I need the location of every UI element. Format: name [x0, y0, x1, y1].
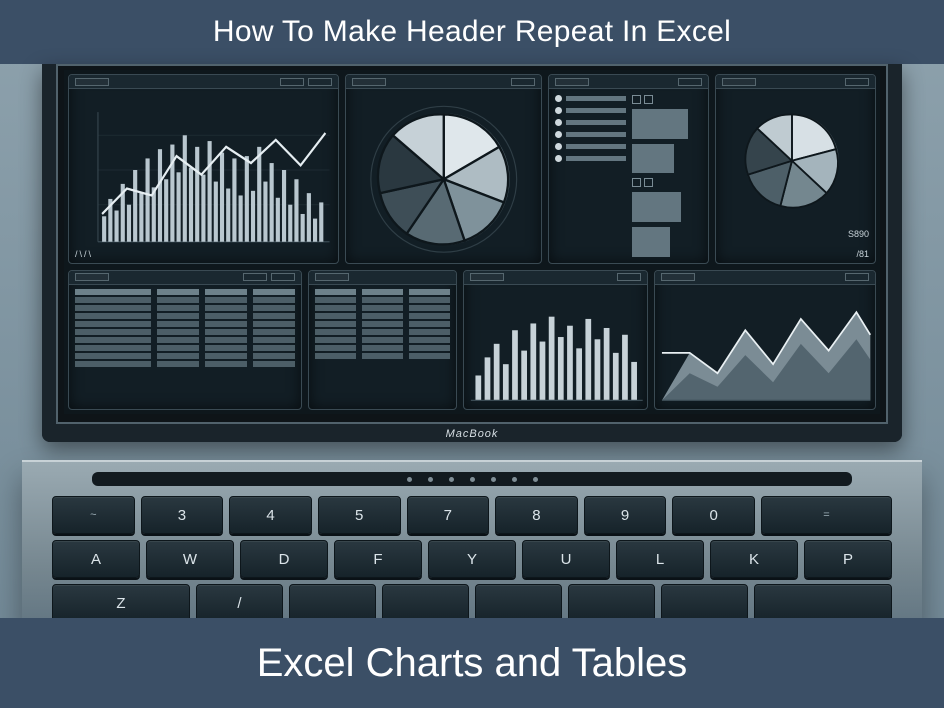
barline-chart-svg [69, 89, 338, 263]
key: 4 [229, 496, 312, 534]
area-chart-svg [655, 285, 875, 409]
bar-chart-svg [464, 285, 647, 409]
key [568, 584, 655, 622]
value-label-2: /81 [856, 249, 869, 259]
key: U [522, 540, 610, 578]
title-text-top: How To Make Header Repeat In Excel [213, 15, 731, 49]
key: P [804, 540, 892, 578]
key: F [334, 540, 422, 578]
key: K [710, 540, 798, 578]
panel-tab-icon [470, 273, 504, 281]
laptop-brand-label: MacBook [446, 428, 499, 440]
panel-pie-chart-2: S890 /81 [715, 74, 876, 264]
header-chip-icon [243, 273, 267, 281]
header-chip-icon [845, 78, 869, 86]
panel-header [549, 75, 708, 89]
key: / [196, 584, 283, 622]
panel-barline-chart: /\/\ [68, 74, 339, 264]
radio-icon [555, 143, 562, 150]
data-grid [69, 285, 301, 409]
dashboard-screen: /\/\ [64, 70, 880, 414]
header-chip-icon [845, 273, 869, 281]
checkbox-icon [644, 178, 653, 187]
laptop-keyboard-deck: ~ 3 4 5 7 8 9 0 = A W D F [22, 460, 922, 636]
key: 8 [495, 496, 578, 534]
header-chip-icon [511, 78, 535, 86]
key: Z [52, 584, 190, 622]
radio-icon [555, 95, 562, 102]
panel-data-table [68, 270, 302, 410]
title-bar-top: How To Make Header Repeat In Excel [0, 0, 944, 64]
panel-header [655, 271, 875, 285]
checkbox-icon [644, 95, 653, 104]
value-label: S890 [848, 229, 869, 239]
laptop-screen-bezel: MacBook [42, 64, 902, 442]
radio-icon [555, 107, 562, 114]
panel-header [464, 271, 647, 285]
title-bar-bottom: Excel Charts and Tables [0, 618, 944, 708]
dashboard-row-bottom [68, 270, 876, 410]
header-chip-icon [280, 78, 304, 86]
panel-tab-icon [661, 273, 695, 281]
panel-tab-icon [722, 78, 756, 86]
radio-icon [555, 119, 562, 126]
page-root: How To Make Header Repeat In Excel MacBo… [0, 0, 944, 708]
title-text-bottom: Excel Charts and Tables [257, 641, 688, 686]
key-row: ~ 3 4 5 7 8 9 0 = [52, 496, 892, 534]
key: Y [428, 540, 516, 578]
radio-icon [555, 155, 562, 162]
checkbox-icon [632, 95, 641, 104]
key [661, 584, 748, 622]
key: 3 [141, 496, 224, 534]
panel-tab-icon [555, 78, 589, 86]
key: L [616, 540, 704, 578]
panel-tab-icon [75, 78, 109, 86]
panel-header [69, 271, 301, 285]
keyboard: ~ 3 4 5 7 8 9 0 = A W D F [52, 496, 892, 622]
panel-header [716, 75, 875, 89]
key: 0 [672, 496, 755, 534]
options-grid [549, 89, 708, 263]
key: D [240, 540, 328, 578]
pie-chart-svg [346, 89, 542, 263]
panel-header [309, 271, 456, 285]
key-row: Z / [52, 584, 892, 622]
key [289, 584, 376, 622]
panel-tab-icon [352, 78, 386, 86]
radio-icon [555, 131, 562, 138]
key-row: A W D F Y U L K P [52, 540, 892, 578]
illustration-stage: MacBook [0, 64, 944, 618]
laptop: MacBook [22, 64, 922, 614]
key [754, 584, 892, 622]
panel-bar-chart [463, 270, 648, 410]
dashboard-row-top: /\/\ [68, 74, 876, 264]
panel-tab-icon [75, 273, 109, 281]
key: ~ [52, 496, 135, 534]
key: 9 [584, 496, 667, 534]
panel-options [548, 74, 709, 264]
header-chip-icon [308, 78, 332, 86]
panel-data-table-2 [308, 270, 457, 410]
header-chip-icon [678, 78, 702, 86]
key: = [761, 496, 892, 534]
panel-header [346, 75, 542, 89]
axis-tick-label: /\/\ [75, 249, 93, 259]
panel-tab-icon [315, 273, 349, 281]
touch-bar [92, 472, 852, 486]
panel-pie-chart [345, 74, 543, 264]
header-chip-icon [271, 273, 295, 281]
header-chip-icon [617, 273, 641, 281]
key: A [52, 540, 140, 578]
panel-header [69, 75, 338, 89]
key: 5 [318, 496, 401, 534]
checkbox-icon [632, 178, 641, 187]
key: W [146, 540, 234, 578]
data-grid [309, 285, 456, 409]
panel-area-chart [654, 270, 876, 410]
key [382, 584, 469, 622]
key [475, 584, 562, 622]
key: 7 [407, 496, 490, 534]
